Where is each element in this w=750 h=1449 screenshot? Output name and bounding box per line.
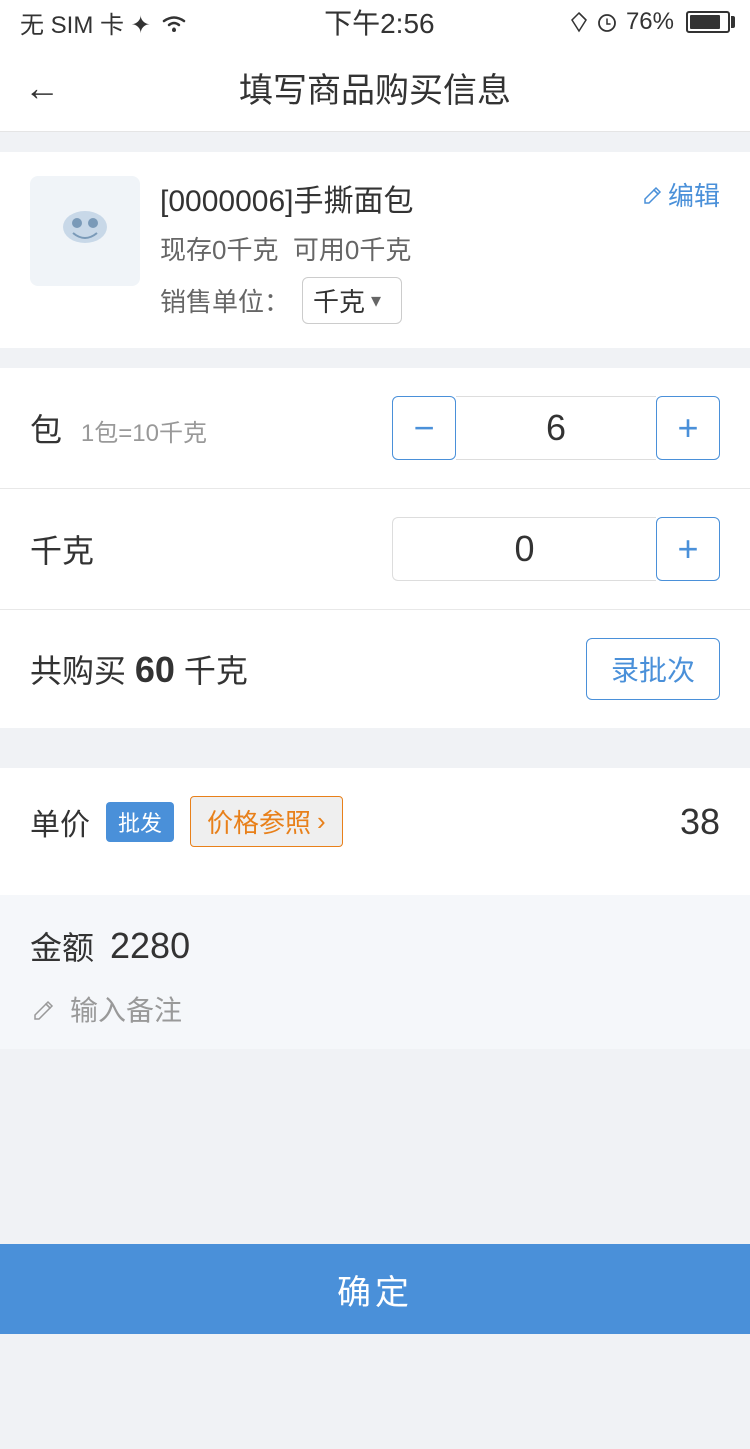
- wifi-icon: [159, 11, 189, 33]
- confirm-button[interactable]: 确定: [0, 1244, 750, 1334]
- product-logo-icon: [55, 201, 115, 261]
- remark-placeholder: 输入备注: [70, 989, 182, 1029]
- remark-row[interactable]: 输入备注: [30, 989, 720, 1029]
- no-sim-text: 无 SIM 卡 ✦: [20, 5, 151, 40]
- amount-label: 金额: [30, 923, 94, 969]
- chevron-down-icon: ▾: [371, 288, 381, 313]
- pack-label: 包 1包=10千克: [30, 405, 392, 451]
- product-stock: 现存0千克 可用0千克: [160, 230, 720, 267]
- unit-dropdown[interactable]: 千克 ▾: [302, 277, 402, 324]
- alarm-icon: [596, 11, 618, 33]
- battery-icon: [686, 11, 730, 33]
- page-title: 填写商品购买信息: [239, 63, 511, 112]
- price-ref-label: 价格参照: [207, 803, 311, 840]
- summary-row: 共购买 60 千克 录批次: [0, 609, 750, 728]
- pack-quantity-input[interactable]: [456, 396, 656, 460]
- chevron-right-icon: ›: [317, 806, 326, 837]
- product-thumbnail: [30, 176, 140, 286]
- pencil-icon: [30, 995, 58, 1023]
- product-card: [0000006]手撕面包 现存0千克 可用0千克 销售单位： 千克 ▾ 编辑: [0, 152, 750, 348]
- amount-row: 金额 2280: [30, 923, 720, 969]
- unit-label: 销售单位：: [160, 282, 290, 319]
- kg-quantity-control: +: [392, 517, 720, 581]
- battery-percent: 76%: [626, 8, 674, 36]
- section-divider-2: [0, 728, 750, 748]
- kg-label: 千克: [30, 526, 392, 572]
- section-divider-1: [0, 348, 750, 368]
- pack-hint: 1包=10千克: [81, 420, 207, 447]
- amount-section: 金额 2280 输入备注: [0, 895, 750, 1049]
- kg-quantity-input[interactable]: [392, 517, 656, 581]
- summary-text: 共购买 60 千克: [30, 646, 586, 692]
- product-name: [0000006]手撕面包: [160, 176, 720, 220]
- pack-plus-button[interactable]: +: [656, 396, 720, 460]
- pack-quantity-control: − +: [392, 396, 720, 460]
- nav-bar: ← 填写商品购买信息: [0, 44, 750, 132]
- status-bar: 无 SIM 卡 ✦ 下午2:56 76%: [0, 0, 750, 44]
- back-button[interactable]: ←: [24, 67, 60, 109]
- price-label: 单价: [30, 800, 90, 844]
- product-unit-row: 销售单位： 千克 ▾: [160, 277, 720, 324]
- pack-minus-button[interactable]: −: [392, 396, 456, 460]
- kg-row: 千克 +: [0, 489, 750, 609]
- price-value: 38: [680, 801, 720, 843]
- kg-plus-button[interactable]: +: [656, 517, 720, 581]
- price-row: 单价 批发 价格参照 › 38: [30, 796, 720, 847]
- price-section: 单价 批发 价格参照 › 38: [0, 768, 750, 895]
- edit-icon: [642, 185, 662, 205]
- status-right: 76%: [570, 8, 730, 36]
- amount-value: 2280: [110, 925, 190, 967]
- edit-label: 编辑: [668, 176, 720, 213]
- location-icon: [570, 11, 588, 33]
- price-type-tag: 批发: [106, 802, 174, 842]
- summary-total: 60: [135, 649, 175, 690]
- edit-button[interactable]: 编辑: [642, 176, 720, 213]
- status-left: 无 SIM 卡 ✦: [20, 5, 189, 40]
- batch-button[interactable]: 录批次: [586, 638, 720, 700]
- price-ref-button[interactable]: 价格参照 ›: [190, 796, 343, 847]
- unit-value: 千克: [313, 282, 365, 319]
- quantity-section: 包 1包=10千克 − + 千克 + 共购买 60 千克 录批次: [0, 368, 750, 728]
- product-info: [0000006]手撕面包 现存0千克 可用0千克 销售单位： 千克 ▾: [160, 176, 720, 324]
- status-time: 下午2:56: [324, 2, 435, 42]
- pack-row: 包 1包=10千克 − +: [0, 368, 750, 489]
